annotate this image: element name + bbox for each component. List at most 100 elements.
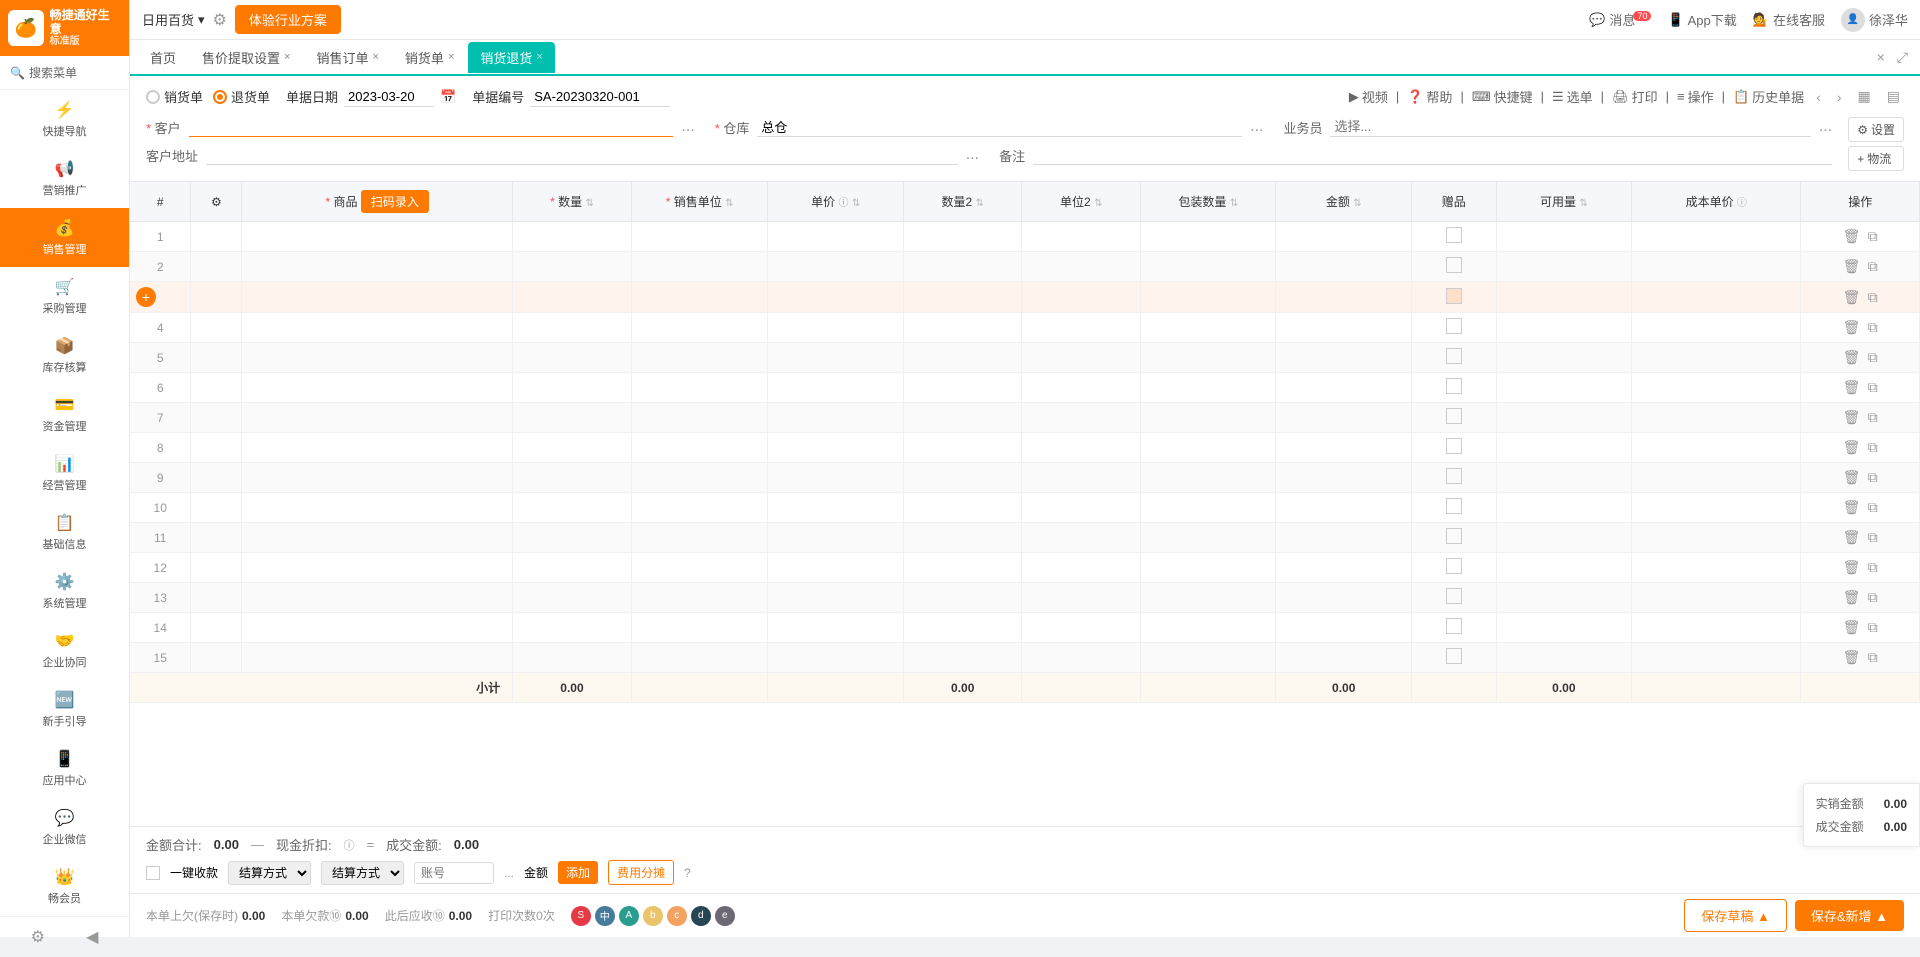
video-btn[interactable]: ▶ 视频 xyxy=(1349,87,1388,106)
app-download-btn[interactable]: 📱 App下载 xyxy=(1667,10,1736,29)
warehouse-input[interactable] xyxy=(757,117,1242,137)
tab-sales[interactable]: 销货单 × xyxy=(393,42,466,73)
row-product[interactable] xyxy=(242,252,513,282)
row-pack[interactable] xyxy=(1141,493,1276,523)
row-product[interactable] xyxy=(242,222,513,252)
row-cost[interactable] xyxy=(1632,463,1801,493)
scan-btn[interactable]: 扫码录入 xyxy=(361,190,429,213)
sidebar-item-wechat[interactable]: 💬 企业微信 xyxy=(0,798,129,857)
row-price[interactable] xyxy=(768,222,903,252)
row-unit2[interactable] xyxy=(1022,643,1141,673)
account-input[interactable] xyxy=(414,862,494,884)
delete-row-btn[interactable]: 🗑 xyxy=(1841,379,1863,396)
row-amount[interactable] xyxy=(1276,613,1411,643)
staff-dots[interactable]: ... xyxy=(1819,119,1832,135)
row-qty[interactable] xyxy=(513,613,632,643)
row-avail[interactable] xyxy=(1496,553,1631,583)
row-amount[interactable] xyxy=(1276,433,1411,463)
row-qty2[interactable] xyxy=(903,553,1022,583)
add-row-btn[interactable]: + xyxy=(136,287,156,307)
tab-return[interactable]: 销货退货 × xyxy=(468,42,554,73)
row-price[interactable] xyxy=(768,583,903,613)
row-avail[interactable] xyxy=(1496,343,1631,373)
row-gift[interactable] xyxy=(1411,252,1496,282)
row-gift[interactable] xyxy=(1411,282,1496,313)
print-btn[interactable]: 🖨 打印 xyxy=(1612,87,1658,106)
gift-checkbox[interactable] xyxy=(1446,528,1462,544)
gift-checkbox[interactable] xyxy=(1446,438,1462,454)
row-pack[interactable] xyxy=(1141,252,1276,282)
row-amount[interactable] xyxy=(1276,343,1411,373)
row-cost[interactable] xyxy=(1632,433,1801,463)
row-product[interactable] xyxy=(242,583,513,613)
row-product[interactable] xyxy=(242,403,513,433)
row-price[interactable] xyxy=(768,343,903,373)
row-product[interactable] xyxy=(242,433,513,463)
row-pack[interactable] xyxy=(1141,523,1276,553)
row-cost[interactable] xyxy=(1632,222,1801,252)
row-pack[interactable] xyxy=(1141,463,1276,493)
gift-checkbox[interactable] xyxy=(1446,468,1462,484)
row-price[interactable] xyxy=(768,553,903,583)
address-input[interactable] xyxy=(206,145,958,165)
row-unit2[interactable] xyxy=(1022,222,1141,252)
row-amount[interactable] xyxy=(1276,553,1411,583)
pack-sort-icon[interactable]: ⇅ xyxy=(1230,198,1238,209)
nav-next-btn[interactable]: › xyxy=(1833,87,1846,107)
notes-input[interactable] xyxy=(1033,145,1832,165)
row-amount[interactable] xyxy=(1276,222,1411,252)
row-unit[interactable] xyxy=(631,373,768,403)
row-cost[interactable] xyxy=(1632,252,1801,282)
gift-checkbox[interactable] xyxy=(1446,408,1462,424)
copy-row-btn[interactable]: ⧉ xyxy=(1866,619,1880,636)
tab-close-all-btn[interactable]: × xyxy=(1873,47,1889,68)
row-avail[interactable] xyxy=(1496,643,1631,673)
row-unit[interactable] xyxy=(631,643,768,673)
experience-btn[interactable]: 体验行业方案 xyxy=(235,5,341,34)
row-price[interactable] xyxy=(768,282,903,313)
staff-input[interactable] xyxy=(1330,117,1810,137)
tab-sales-order-close[interactable]: × xyxy=(372,51,378,63)
sidebar-item-purchase[interactable]: 🛒 采购管理 xyxy=(0,267,129,326)
category-select[interactable]: 日用百货 ▾ xyxy=(142,10,205,29)
avail-sort-icon[interactable]: ⇅ xyxy=(1579,198,1587,209)
row-gift[interactable] xyxy=(1411,222,1496,252)
row-cost[interactable] xyxy=(1632,643,1801,673)
delete-row-btn[interactable]: 🗑 xyxy=(1841,469,1863,486)
row-qty2[interactable] xyxy=(903,493,1022,523)
row-price[interactable] xyxy=(768,463,903,493)
gift-checkbox[interactable] xyxy=(1446,348,1462,364)
row-qty[interactable] xyxy=(513,433,632,463)
row-unit[interactable] xyxy=(631,282,768,313)
topbar-settings-icon[interactable]: ⚙ xyxy=(213,10,227,30)
row-qty2[interactable] xyxy=(903,343,1022,373)
user-menu[interactable]: 👤 徐泽华 xyxy=(1841,8,1908,32)
gift-checkbox[interactable] xyxy=(1446,618,1462,634)
delete-row-btn[interactable]: 🗑 xyxy=(1841,258,1863,275)
row-unit[interactable] xyxy=(631,343,768,373)
row-amount[interactable] xyxy=(1276,373,1411,403)
online-service-btn[interactable]: 💁 在线客服 xyxy=(1753,10,1825,29)
settlement-select[interactable]: 结算方式 xyxy=(228,861,311,885)
row-product[interactable] xyxy=(242,553,513,583)
save-new-btn[interactable]: 保存&新增 ▲ xyxy=(1795,900,1904,931)
row-price[interactable] xyxy=(768,433,903,463)
sidebar-item-enterprise[interactable]: 🤝 企业协同 xyxy=(0,621,129,680)
row-gift[interactable] xyxy=(1411,343,1496,373)
gift-checkbox[interactable] xyxy=(1446,257,1462,273)
row-amount[interactable] xyxy=(1276,463,1411,493)
row-product[interactable] xyxy=(242,643,513,673)
tab-return-close[interactable]: × xyxy=(536,51,542,63)
select-btn[interactable]: ☰ 选单 xyxy=(1552,87,1593,106)
view-grid-btn[interactable]: ▦ xyxy=(1854,86,1875,107)
row-gift[interactable] xyxy=(1411,403,1496,433)
add-payment-btn[interactable]: 添加 xyxy=(558,861,598,884)
qty2-sort-icon[interactable]: ⇅ xyxy=(976,198,984,209)
delete-row-btn[interactable]: 🗑 xyxy=(1841,649,1863,666)
copy-row-btn[interactable]: ⧉ xyxy=(1866,258,1880,275)
delete-row-btn[interactable]: 🗑 xyxy=(1841,349,1863,366)
row-qty[interactable] xyxy=(513,313,632,343)
row-unit2[interactable] xyxy=(1022,433,1141,463)
address-dots[interactable]: ... xyxy=(966,147,979,163)
warehouse-dots[interactable]: ... xyxy=(1250,119,1263,135)
